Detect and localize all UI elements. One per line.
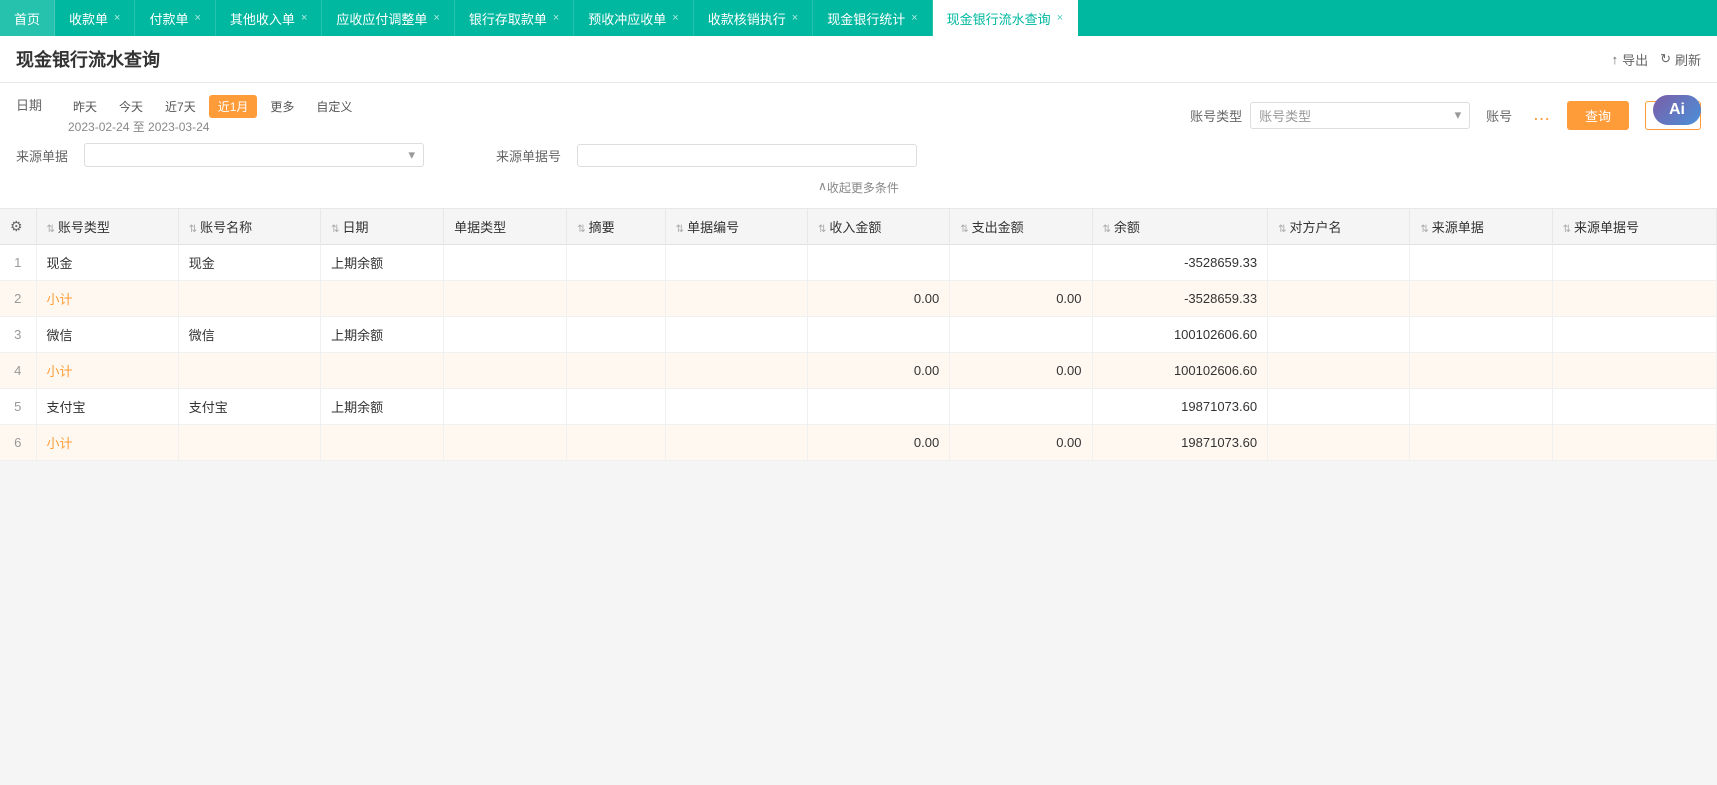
account-dots-button[interactable]: ...: [1534, 108, 1551, 123]
date-yesterday[interactable]: 昨天: [64, 95, 106, 118]
source-doc-no-label: 来源单据号: [496, 146, 561, 165]
source-doc-select[interactable]: ▾: [84, 143, 424, 167]
col-counterpart[interactable]: ⇅对方户名: [1268, 209, 1410, 245]
date-1month[interactable]: 近1月: [209, 95, 258, 118]
sort-arrows-icon: ⇅: [1563, 224, 1571, 235]
nav-receipt[interactable]: 收款单 ×: [55, 0, 135, 36]
nav-payment[interactable]: 付款单 ×: [135, 0, 215, 36]
date-today[interactable]: 今天: [110, 95, 152, 118]
col-doc-type[interactable]: 单据类型: [444, 209, 567, 245]
account-type-select[interactable]: 账号类型 ▾: [1250, 102, 1470, 129]
export-icon: ↑: [1612, 52, 1619, 67]
sort-arrows-icon: ⇅: [676, 224, 684, 235]
header-actions: ↑ 导出 ↻ 刷新: [1612, 50, 1701, 69]
data-table: ⚙ ⇅账号类型 ⇅账号名称 ⇅日期 单据类型 ⇅摘要 ⇅单据编号: [0, 209, 1717, 461]
col-expense[interactable]: ⇅支出金额: [950, 209, 1092, 245]
date-custom[interactable]: 自定义: [307, 95, 361, 118]
collapse-bar[interactable]: ∧ 收起更多条件: [16, 175, 1701, 200]
close-icon[interactable]: ×: [553, 12, 559, 24]
close-icon[interactable]: ×: [911, 12, 917, 24]
nav-cash-bank-stat[interactable]: 现金银行统计 ×: [813, 0, 932, 36]
sort-arrows-icon: ⇅: [1278, 224, 1286, 235]
page-header: 现金银行流水查询 ↑ 导出 ↻ 刷新: [0, 36, 1717, 83]
account-type-value: 账号类型: [1259, 106, 1311, 125]
table-row: 3微信微信上期余额100102606.60: [0, 317, 1717, 353]
close-icon[interactable]: ×: [1057, 12, 1063, 24]
chevron-down-icon: ▾: [1455, 107, 1462, 123]
nav-advance[interactable]: 预收冲应收单 ×: [574, 0, 693, 36]
date-range: 2023-02-24 至 2023-03-24: [68, 118, 361, 135]
sort-arrows-icon: ⇅: [331, 224, 339, 235]
close-icon[interactable]: ×: [194, 12, 200, 24]
table-row: 5支付宝支付宝上期余额19871073.60: [0, 389, 1717, 425]
sort-arrows-icon: ⇅: [47, 224, 55, 235]
nav-adjustment[interactable]: 应收应付调整单 ×: [322, 0, 454, 36]
date-7days[interactable]: 近7天: [156, 95, 205, 118]
sort-arrows-icon: ⇅: [189, 224, 197, 235]
col-summary[interactable]: ⇅摘要: [567, 209, 665, 245]
close-icon[interactable]: ×: [433, 12, 439, 24]
nav-cash-bank-flow[interactable]: 现金银行流水查询 ×: [933, 0, 1078, 36]
source-doc-no-input[interactable]: [577, 144, 917, 167]
table-row: 1现金现金上期余额-3528659.33: [0, 245, 1717, 281]
filter-row-2: 来源单据 ▾ 来源单据号: [16, 143, 1701, 167]
date-label: 日期: [16, 95, 56, 114]
account-label: 账号: [1486, 106, 1526, 125]
collapse-label: 收起更多条件: [827, 179, 899, 196]
filter-bar: 日期 昨天 今天 近7天 近1月 更多 自定义 2023-02-24 至 202…: [0, 83, 1717, 209]
table-header-row: ⚙ ⇅账号类型 ⇅账号名称 ⇅日期 单据类型 ⇅摘要 ⇅单据编号: [0, 209, 1717, 245]
ai-badge[interactable]: Ai: [1653, 95, 1701, 125]
close-icon[interactable]: ×: [672, 12, 678, 24]
sort-arrows-icon: ⇅: [818, 224, 826, 235]
table-row: 4小计0.000.00100102606.60: [0, 353, 1717, 389]
close-icon[interactable]: ×: [301, 12, 307, 24]
refresh-icon: ↻: [1660, 51, 1671, 67]
filter-row-1: 日期 昨天 今天 近7天 近1月 更多 自定义 2023-02-24 至 202…: [16, 95, 1701, 135]
close-icon[interactable]: ×: [114, 12, 120, 24]
table-container: ⚙ ⇅账号类型 ⇅账号名称 ⇅日期 单据类型 ⇅摘要 ⇅单据编号: [0, 209, 1717, 461]
col-doc-no[interactable]: ⇅单据编号: [665, 209, 807, 245]
date-options: 昨天 今天 近7天 近1月 更多 自定义: [64, 95, 361, 118]
top-navigation: 首页 收款单 × 付款单 × 其他收入单 × 应收应付调整单 × 银行存取款单 …: [0, 0, 1717, 36]
sort-arrows-icon: ⇅: [1420, 224, 1428, 235]
sort-arrows-icon: ⇅: [577, 224, 585, 235]
col-income[interactable]: ⇅收入金额: [807, 209, 949, 245]
source-doc-label: 来源单据: [16, 146, 68, 165]
sort-arrows-icon: ⇅: [960, 224, 968, 235]
close-icon[interactable]: ×: [792, 12, 798, 24]
table-row: 2小计0.000.00-3528659.33: [0, 281, 1717, 317]
nav-home[interactable]: 首页: [0, 0, 55, 36]
query-button[interactable]: 查询: [1567, 101, 1629, 130]
nav-bank-deposit[interactable]: 银行存取款单 ×: [455, 0, 574, 36]
col-account-type[interactable]: ⇅账号类型: [36, 209, 178, 245]
nav-verify[interactable]: 收款核销执行 ×: [694, 0, 813, 36]
col-date[interactable]: ⇅日期: [321, 209, 444, 245]
nav-other-income[interactable]: 其他收入单 ×: [216, 0, 322, 36]
gear-icon[interactable]: ⚙: [10, 218, 23, 234]
refresh-button[interactable]: ↻ 刷新: [1660, 50, 1701, 69]
table-row: 6小计0.000.0019871073.60: [0, 425, 1717, 461]
date-more[interactable]: 更多: [261, 95, 303, 118]
account-type-label: 账号类型: [1190, 106, 1242, 125]
sort-arrows-icon: ⇅: [1103, 224, 1111, 235]
collapse-icon: ∧: [818, 179, 827, 196]
chevron-down-icon: ▾: [408, 147, 415, 163]
col-source-doc-no[interactable]: ⇅来源单据号: [1552, 209, 1716, 245]
col-source-doc[interactable]: ⇅来源单据: [1410, 209, 1552, 245]
export-button[interactable]: ↑ 导出: [1612, 50, 1649, 69]
col-settings: ⚙: [0, 209, 36, 245]
col-account-name[interactable]: ⇅账号名称: [178, 209, 320, 245]
col-balance[interactable]: ⇅余额: [1092, 209, 1268, 245]
page-title: 现金银行流水查询: [16, 46, 160, 72]
